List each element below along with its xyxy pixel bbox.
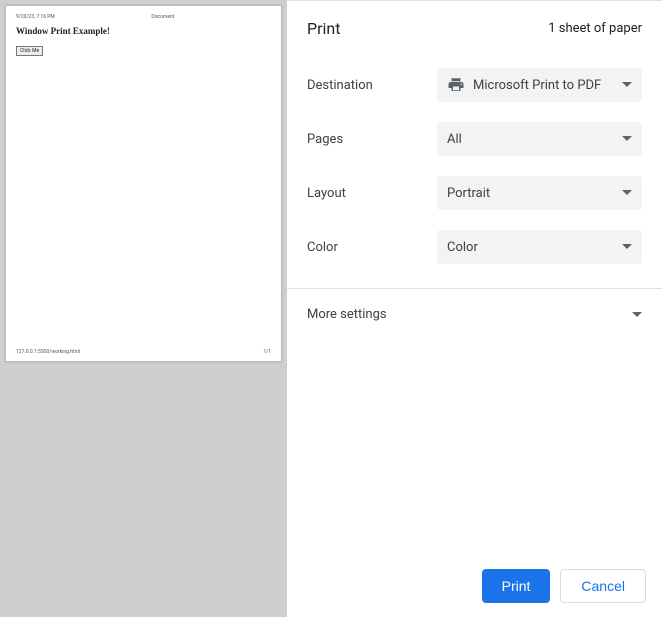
more-settings-toggle[interactable]: More settings (287, 289, 662, 340)
color-value: Color (447, 240, 478, 255)
layout-label: Layout (307, 186, 437, 201)
pages-label: Pages (307, 132, 437, 147)
dialog-button-bar: Print Cancel (287, 555, 662, 617)
preview-header-date: 9/20/23, 7:16 PM (16, 14, 55, 20)
color-dropdown[interactable]: Color (437, 230, 642, 264)
option-row-destination: Destination Microsoft Print to PDF (287, 58, 662, 112)
color-label: Color (307, 240, 437, 255)
printer-icon (447, 76, 465, 94)
destination-label: Destination (307, 78, 437, 93)
chevron-down-icon (622, 134, 632, 144)
destination-value: Microsoft Print to PDF (473, 78, 601, 93)
layout-value: Portrait (447, 186, 490, 201)
option-row-layout: Layout Portrait (287, 166, 662, 220)
more-settings-label: More settings (307, 307, 387, 322)
dialog-title: Print (307, 19, 340, 38)
chevron-down-icon (622, 80, 632, 90)
preview-header: 9/20/23, 7:16 PM Document (16, 14, 271, 20)
print-settings-pane: Print 1 sheet of paper Destination Micro… (287, 0, 662, 617)
pages-dropdown[interactable]: All (437, 122, 642, 156)
chevron-down-icon (622, 188, 632, 198)
dialog-title-row: Print 1 sheet of paper (287, 1, 662, 58)
preview-body-title: Window Print Example! (16, 26, 271, 36)
print-preview-pane: 9/20/23, 7:16 PM Document Window Print E… (0, 0, 287, 617)
preview-footer-url: 127.0.0.1:5500/working.html (16, 349, 80, 355)
option-row-color: Color Color (287, 220, 662, 274)
print-button[interactable]: Print (482, 569, 551, 603)
preview-body-button: Click Me (16, 46, 43, 56)
preview-header-title: Document (151, 14, 174, 20)
option-row-pages: Pages All (287, 112, 662, 166)
chevron-down-icon (622, 242, 632, 252)
preview-page: 9/20/23, 7:16 PM Document Window Print E… (5, 5, 282, 362)
pages-value: All (447, 132, 462, 147)
cancel-button[interactable]: Cancel (560, 569, 646, 603)
preview-footer-pages: 1/1 (263, 349, 271, 355)
preview-footer: 127.0.0.1:5500/working.html 1/1 (16, 349, 271, 355)
destination-dropdown[interactable]: Microsoft Print to PDF (437, 68, 642, 102)
chevron-down-icon (632, 310, 642, 320)
sheet-count: 1 sheet of paper (548, 21, 642, 36)
layout-dropdown[interactable]: Portrait (437, 176, 642, 210)
